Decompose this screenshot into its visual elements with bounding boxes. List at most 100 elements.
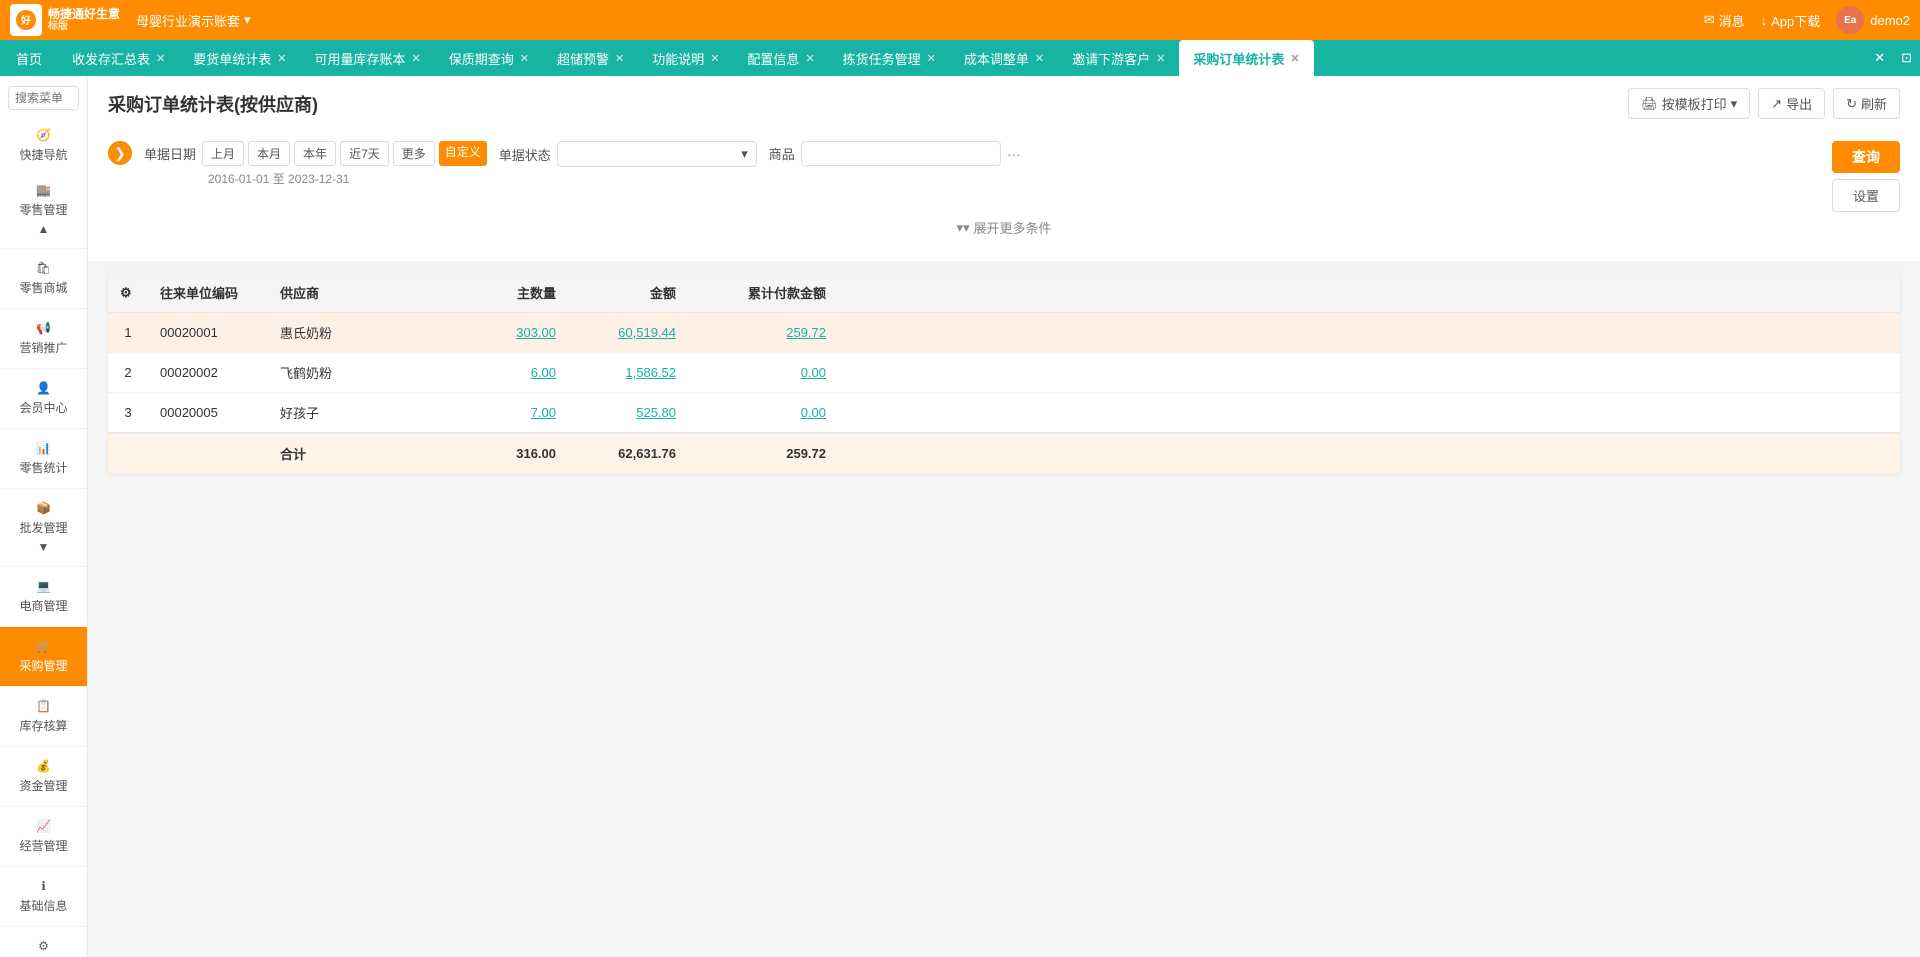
col-header-supplier: 供应商 (268, 273, 468, 313)
close-tab-2[interactable]: ✕ (412, 52, 421, 65)
row-num-1: 1 (108, 313, 148, 353)
amount-link-2[interactable]: 1,586.52 (625, 365, 676, 380)
print-button[interactable]: 🖨 按模板打印 ▾ (1628, 88, 1750, 119)
row-supplier-2: 飞鹤奶粉 (268, 353, 468, 393)
export-button[interactable]: ↗ 导出 (1758, 88, 1825, 119)
page-actions: 🖨 按模板打印 ▾ ↗ 导出 ↻ 刷新 (1628, 88, 1900, 119)
expand-icon: ▾▾ (956, 220, 969, 236)
info-icon: ℹ (41, 879, 46, 893)
tab-home[interactable]: 首页 (0, 40, 58, 76)
sidebar-item-retail-stats[interactable]: 📊 零售统计 (0, 429, 87, 489)
footer-extra (838, 433, 1900, 474)
chevron-down-icon: ▼ (38, 540, 50, 554)
this-year-button[interactable]: 本年 (294, 141, 336, 166)
row-code-1: 00020001 (148, 313, 268, 353)
seven-days-button[interactable]: 近7天 (340, 141, 389, 166)
tab-purchase-summary[interactable]: 采购订单统计表 ✕ (1179, 40, 1313, 76)
user-profile[interactable]: Ea demo2 (1836, 6, 1910, 34)
query-button[interactable]: 查询 (1832, 141, 1900, 173)
sidebar-item-member-center[interactable]: 👤 会员中心 (0, 369, 87, 429)
member-icon: 👤 (36, 381, 51, 395)
sidebar-item-finance[interactable]: 💰 资金管理 (0, 747, 87, 807)
refresh-button[interactable]: ↻ 刷新 (1833, 88, 1900, 119)
sidebar-item-operations[interactable]: 📈 经营管理 (0, 807, 87, 867)
tab-overstock-warning[interactable]: 超储预警 ✕ (543, 40, 638, 76)
message-button[interactable]: ✉ 消息 (1704, 11, 1745, 30)
table-row[interactable]: 3 00020005 好孩子 7.00 525.80 0.00 (108, 393, 1900, 434)
sidebar-item-inventory[interactable]: 📋 库存核算 (0, 687, 87, 747)
close-tab-4[interactable]: ✕ (615, 52, 624, 65)
qty-link-3[interactable]: 7.00 (531, 405, 556, 420)
row-code-2: 00020002 (148, 353, 268, 393)
sidebar-item-retail-mgmt[interactable]: 🏬 零售管理 ▲ (0, 171, 87, 249)
settings-button[interactable]: 设置 (1832, 179, 1900, 212)
tab-function-desc[interactable]: 功能说明 ✕ (638, 40, 733, 76)
close-tab-0[interactable]: ✕ (156, 52, 165, 65)
sidebar-item-basic-info[interactable]: ℹ 基础信息 (0, 867, 87, 927)
tab-pick-task[interactable]: 拣货任务管理 ✕ (829, 40, 950, 76)
date-range-text: 2016-01-01 至 2023-12-31 (208, 172, 349, 186)
tab-order-summary[interactable]: 要货单统计表 ✕ (179, 40, 300, 76)
tab-config-info[interactable]: 配置信息 ✕ (733, 40, 828, 76)
paid-link-3[interactable]: 0.00 (801, 405, 826, 420)
table-row[interactable]: 2 00020002 飞鹤奶粉 6.00 1,586.52 0.00 (108, 353, 1900, 393)
close-tab-6[interactable]: ✕ (805, 52, 814, 65)
sidebar-item-retail-mall[interactable]: 🛍 零售商城 (0, 249, 87, 309)
close-tab-5[interactable]: ✕ (710, 52, 719, 65)
close-tab-7[interactable]: ✕ (927, 52, 936, 65)
export-icon: ↗ (1771, 96, 1782, 112)
row-num-3: 3 (108, 393, 148, 434)
ecommerce-icon: 💻 (36, 579, 51, 593)
svg-text:好: 好 (20, 14, 31, 27)
this-month-button[interactable]: 本月 (248, 141, 290, 166)
more-date-button[interactable]: 更多 (393, 141, 435, 166)
tab-collect-summary[interactable]: 收发存汇总表 ✕ (58, 40, 179, 76)
goods-more-button[interactable]: ··· (1007, 146, 1021, 162)
qty-link-2[interactable]: 6.00 (531, 365, 556, 380)
tab-cost-adjust[interactable]: 成本调整单 ✕ (950, 40, 1058, 76)
table-header-row: ⚙ 往来单位编码 供应商 主数量 金额 累计付款金额 (108, 273, 1900, 313)
refresh-icon: ↻ (1846, 96, 1857, 112)
tab-invite-customer[interactable]: 邀请下游客户 ✕ (1058, 40, 1179, 76)
settings-gear-icon[interactable]: ⚙ (120, 285, 132, 300)
tab-inventory-book[interactable]: 可用量库存账本 ✕ (300, 40, 434, 76)
page-title: 采购订单统计表(按供应商) (108, 91, 318, 117)
last-month-button[interactable]: 上月 (202, 141, 244, 166)
sidebar-item-ecommerce[interactable]: 💻 电商管理 (0, 567, 87, 627)
close-tab-10[interactable]: ✕ (1290, 52, 1299, 65)
compass-icon: 🧭 (36, 128, 51, 142)
table-row[interactable]: 1 00020001 惠氏奶粉 303.00 60,519.44 259.72 (108, 313, 1900, 353)
goods-input[interactable] (801, 141, 1001, 166)
goods-label: 商品 (769, 144, 795, 163)
close-tab-8[interactable]: ✕ (1035, 52, 1044, 65)
maximize-window-button[interactable]: ⊡ (1893, 40, 1920, 76)
expand-more-button[interactable]: ▾▾ 展开更多条件 (956, 218, 1051, 237)
close-tab-3[interactable]: ✕ (520, 52, 529, 65)
status-select[interactable]: ▾ (557, 141, 757, 167)
amount-link-3[interactable]: 525.80 (636, 405, 676, 420)
toggle-filter-button[interactable]: ❯ (108, 141, 132, 165)
printer-icon: 🖨 (1641, 96, 1658, 112)
row-amount-3: 525.80 (568, 393, 688, 434)
goods-filter-group: 商品 ··· (769, 141, 1021, 166)
sidebar-item-quick-nav[interactable]: 🧭 快捷导航 (0, 120, 87, 171)
row-qty-1: 303.00 (468, 313, 568, 353)
tab-expiry-query[interactable]: 保质期查询 ✕ (435, 40, 543, 76)
paid-link-1[interactable]: 259.72 (786, 325, 826, 340)
row-supplier-1: 惠氏奶粉 (268, 313, 468, 353)
close-tab-9[interactable]: ✕ (1156, 52, 1165, 65)
sidebar-item-marketing[interactable]: 📢 营销推广 (0, 309, 87, 369)
app-download-button[interactable]: ↓ App下载 (1761, 11, 1821, 30)
sidebar-item-system[interactable]: ⚙ 系统管理 (0, 927, 87, 957)
workspace-selector[interactable]: 母婴行业演示账套 ▾ (128, 7, 259, 34)
search-input[interactable] (8, 86, 79, 110)
sidebar-item-wholesale[interactable]: 📦 批发管理 ▼ (0, 489, 87, 567)
qty-link-1[interactable]: 303.00 (516, 325, 556, 340)
paid-link-2[interactable]: 0.00 (801, 365, 826, 380)
amount-link-1[interactable]: 60,519.44 (618, 325, 676, 340)
close-window-button[interactable]: ✕ (1866, 40, 1893, 76)
close-tab-1[interactable]: ✕ (277, 52, 286, 65)
col-header-check: ⚙ (108, 273, 148, 313)
col-header-paid: 累计付款金额 (688, 273, 838, 313)
sidebar-item-purchase[interactable]: 🛒 采购管理 (0, 627, 87, 687)
